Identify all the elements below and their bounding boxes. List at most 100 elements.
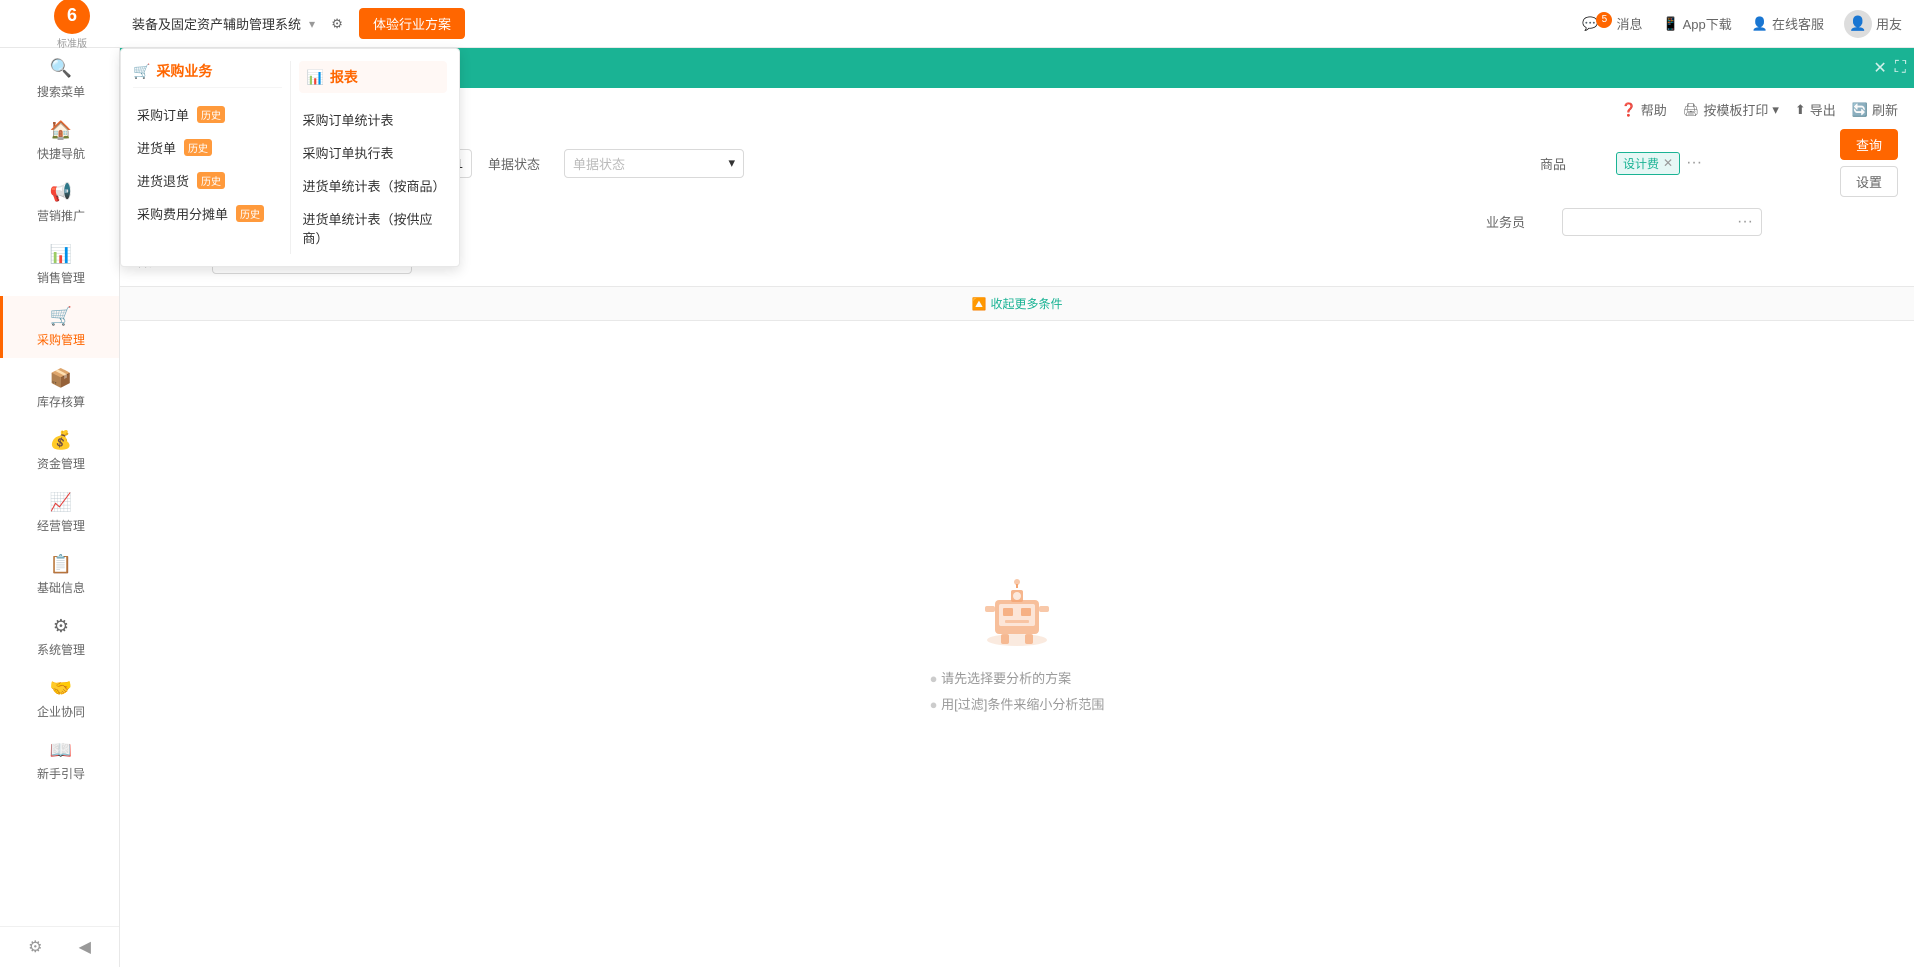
goods-tag-value: 设计费	[1623, 155, 1659, 172]
dropdown-item-order-exec[interactable]: 采购订单执行表	[299, 136, 448, 169]
dropdown-item-label: 进货单	[137, 138, 176, 157]
industry-btn[interactable]: 体验行业方案	[359, 8, 465, 39]
sidebar-item-label: 库存核算	[37, 393, 85, 410]
dropdown-item-label: 进货单统计表（按商品）	[303, 176, 444, 195]
purchase-dropdown-menu: 🛒 采购业务 采购订单 历史 进货单 历史 进货退货 历史 采购费用分摊单 历史…	[120, 48, 460, 267]
phone-icon: 📱	[1662, 16, 1678, 32]
print-dropdown-icon[interactable]: ▾	[1772, 102, 1779, 118]
sidebar-item-inventory[interactable]: 📦 库存核算	[0, 358, 119, 420]
header-user[interactable]: 👤 用友	[1844, 10, 1902, 38]
salesman-more-icon[interactable]: ···	[1737, 213, 1753, 231]
sidebar-item-sales[interactable]: 📊 销售管理	[0, 234, 119, 296]
tab-maximize-icon[interactable]: ⛶	[1895, 59, 1906, 77]
goods-tag-close-icon[interactable]: ✕	[1663, 156, 1673, 170]
sidebar-item-label: 经营管理	[37, 517, 85, 534]
dropdown-item-purchase-expense[interactable]: 采购费用分摊单 历史	[133, 197, 282, 230]
collapse-bar[interactable]: 🔼 收起更多条件	[120, 287, 1914, 321]
goods-more-icon[interactable]: ···	[1686, 154, 1702, 172]
sidebar-item-marketing[interactable]: 📢 营销推广	[0, 172, 119, 234]
logo-icon: 6	[54, 0, 90, 34]
sidebar-item-label: 搜索菜单	[37, 83, 85, 100]
sidebar-item-quick[interactable]: 🏠 快捷导航	[0, 110, 119, 172]
empty-illustration	[967, 570, 1067, 650]
sidebar-item-basic[interactable]: 📋 基础信息	[0, 544, 119, 606]
dropdown-item-purchase-order[interactable]: 采购订单 历史	[133, 98, 282, 131]
sidebar-item-cooperation[interactable]: 🤝 企业协同	[0, 668, 119, 730]
dropdown-item-in-stats-goods[interactable]: 进货单统计表（按商品）	[299, 169, 448, 202]
goods-tag: 设计费 ✕	[1616, 152, 1680, 175]
user-avatar: 👤	[1844, 10, 1872, 38]
doc-status-value: 单据状态	[573, 154, 625, 173]
logo-label: 标准版	[57, 35, 87, 50]
dropdown-item-in-stats-supplier[interactable]: 进货单统计表（按供应商）	[299, 202, 448, 254]
system-settings-icon[interactable]: ⚙	[323, 10, 351, 38]
dropdown-item-label: 采购费用分摊单	[137, 204, 228, 223]
message-badge: 5	[1596, 12, 1612, 28]
history-badge: 历史	[197, 172, 225, 189]
sidebar-item-operations[interactable]: 📈 经营管理	[0, 482, 119, 544]
print-btn[interactable]: 🖨 按模板打印 ▾	[1683, 100, 1779, 119]
dropdown-report-title: 报表	[330, 67, 358, 87]
collapse-label: 收起更多条件	[990, 295, 1062, 312]
guide-icon: 📖	[50, 740, 72, 761]
history-badge: 历史	[184, 139, 212, 156]
dropdown-item-purchase-in[interactable]: 进货单 历史	[133, 131, 282, 164]
settings-btn[interactable]: 设置	[1840, 166, 1898, 197]
sidebar-item-label: 系统管理	[37, 641, 85, 658]
refresh-btn[interactable]: 🔄 刷新	[1852, 100, 1898, 119]
basic-icon: 📋	[50, 554, 72, 575]
empty-hints: 请先选择要分析的方案 用[过滤]条件来缩小分析范围	[930, 666, 1105, 718]
header-online-service[interactable]: 👤 在线客服	[1752, 14, 1824, 33]
sidebar-settings-btn[interactable]: ⚙	[28, 937, 42, 957]
sidebar-item-search[interactable]: 🔍 搜索菜单	[0, 48, 119, 110]
report-section-icon: 📊	[307, 69, 324, 86]
header-messages[interactable]: 💬 5 消息	[1582, 14, 1642, 33]
salesman-label: 业务员	[1486, 212, 1546, 231]
collapse-up-icon: 🔼	[972, 297, 987, 311]
dropdown-item-label: 进货单统计表（按供应商）	[303, 209, 444, 247]
dropdown-item-label: 采购订单执行表	[303, 143, 394, 162]
system-title-area: 装备及固定资产辅助管理系统 ▾ ⚙ 体验行业方案	[132, 8, 1582, 39]
cooperation-icon: 🤝	[50, 678, 72, 699]
sidebar-item-label: 销售管理	[37, 269, 85, 286]
purchase-icon: 🛒	[50, 306, 72, 327]
dropdown-item-label: 进货退货	[137, 171, 189, 190]
dropdown-report-section: 📊 报表 采购订单统计表 采购订单执行表 进货单统计表（按商品） 进货单统计表（…	[299, 61, 448, 254]
header-app-download[interactable]: 📱 App下载	[1662, 14, 1731, 33]
doc-status-arrow-icon: ▾	[728, 155, 735, 171]
sidebar-item-label: 新手引导	[37, 765, 85, 782]
sidebar-item-label: 企业协同	[37, 703, 85, 720]
tab-close-window-icon[interactable]: ✕	[1873, 58, 1886, 78]
tab-window-buttons: ✕ ⛶	[1873, 58, 1906, 78]
system-title-dropdown-icon[interactable]: ▾	[309, 17, 315, 31]
sidebar-item-label: 采购管理	[37, 331, 85, 348]
system-title: 装备及固定资产辅助管理系统	[132, 14, 301, 33]
query-btn[interactable]: 查询	[1840, 129, 1898, 160]
sidebar-item-finance[interactable]: 💰 资金管理	[0, 420, 119, 482]
dropdown-item-purchase-return[interactable]: 进货退货 历史	[133, 164, 282, 197]
history-badge: 历史	[197, 106, 225, 123]
empty-hint-2: 用[过滤]条件来缩小分析范围	[930, 692, 1105, 718]
dropdown-item-label: 采购订单统计表	[303, 110, 394, 129]
empty-state: 请先选择要分析的方案 用[过滤]条件来缩小分析范围	[120, 321, 1914, 967]
sidebar-item-label: 快捷导航	[37, 145, 85, 162]
refresh-icon: 🔄	[1852, 102, 1868, 118]
empty-hint-1: 请先选择要分析的方案	[930, 666, 1105, 692]
sidebar-item-label: 营销推广	[37, 207, 85, 224]
sidebar: 🔍 搜索菜单 🏠 快捷导航 📢 营销推广 📊 销售管理 🛒 采购管理 📦 库存核…	[0, 48, 120, 967]
export-icon: ⬆	[1795, 102, 1806, 118]
dropdown-item-order-stats[interactable]: 采购订单统计表	[299, 103, 448, 136]
sidebar-item-system[interactable]: ⚙ 系统管理	[0, 606, 119, 668]
sidebar-item-purchase[interactable]: 🛒 采购管理	[0, 296, 119, 358]
goods-label: 商品	[1540, 154, 1600, 173]
inventory-icon: 📦	[50, 368, 72, 389]
sidebar-item-guide[interactable]: 📖 新手引导	[0, 730, 119, 792]
help-btn[interactable]: ❓ 帮助	[1621, 100, 1667, 119]
logo-area: 6 标准版	[12, 0, 132, 50]
sidebar-footer: ⚙ ◀	[0, 926, 119, 967]
print-icon: 🖨	[1683, 102, 1700, 118]
salesman-select[interactable]: ···	[1562, 208, 1762, 236]
export-btn[interactable]: ⬆ 导出	[1795, 100, 1836, 119]
sidebar-collapse-btn[interactable]: ◀	[79, 937, 91, 957]
doc-status-select[interactable]: 单据状态 ▾	[564, 149, 744, 178]
